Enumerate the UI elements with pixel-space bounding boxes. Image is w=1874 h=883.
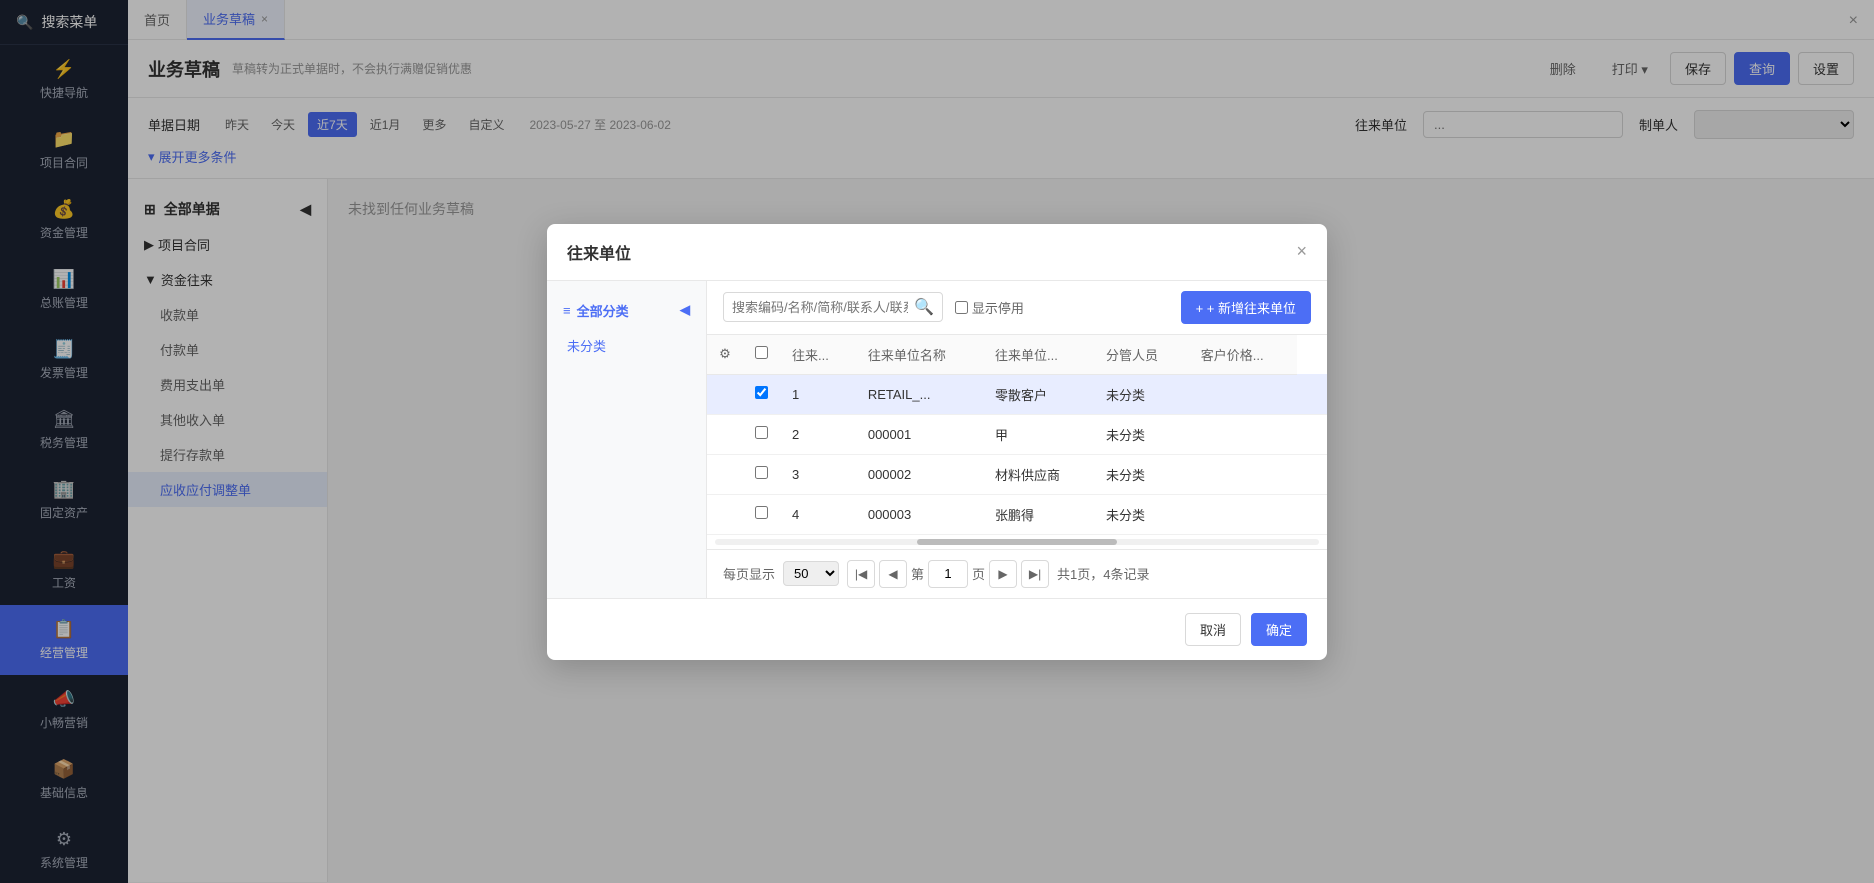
page-navigation: |◀ ◀ 第 页 ▶ ▶| xyxy=(847,560,1049,588)
row-num-1: 2 xyxy=(780,414,856,454)
row-category-2: 未分类 xyxy=(1094,454,1189,494)
all-categories-header[interactable]: ≡ 全部分类 ◀ xyxy=(547,293,706,328)
dialog-close-button[interactable]: × xyxy=(1296,241,1307,262)
page-label: 第 xyxy=(911,564,924,583)
row-price-2 xyxy=(1297,454,1327,494)
row-checkbox-0[interactable] xyxy=(755,386,768,399)
row-category-0: 未分类 xyxy=(1094,374,1189,414)
dialog-table-area: 🔍 显示停用 + + 新增往来单位 xyxy=(707,281,1327,598)
row-settings-2 xyxy=(707,454,743,494)
row-check-3[interactable] xyxy=(743,494,780,534)
row-settings-0 xyxy=(707,374,743,414)
row-settings-3 xyxy=(707,494,743,534)
table-scrollbar-thumb[interactable] xyxy=(917,539,1117,545)
next-page-button[interactable]: ▶ xyxy=(989,560,1017,588)
dialog-footer: 取消 确定 xyxy=(547,598,1327,660)
settings-icon-th: ⚙ xyxy=(719,346,731,361)
cat-item-uncategorized[interactable]: 未分类 xyxy=(547,328,706,363)
per-page-select[interactable]: 50 20 100 xyxy=(783,561,839,586)
row-name-1: 甲 xyxy=(983,414,1094,454)
th-manager[interactable]: 分管人员 xyxy=(1094,335,1189,375)
dialog-categories-panel: ≡ 全部分类 ◀ 未分类 xyxy=(547,281,707,598)
show-disabled-check[interactable] xyxy=(955,301,968,314)
row-manager-3 xyxy=(1189,494,1297,534)
row-check-0[interactable] xyxy=(743,374,780,414)
current-page-input[interactable] xyxy=(928,560,968,588)
confirm-button[interactable]: 确定 xyxy=(1251,613,1307,646)
row-checkbox-2[interactable] xyxy=(755,466,768,479)
partner-search-input[interactable] xyxy=(732,300,908,315)
show-disabled-checkbox[interactable]: 显示停用 xyxy=(955,298,1024,317)
row-code-1: 000001 xyxy=(856,414,983,454)
dialog-header: 往来单位 × xyxy=(547,224,1327,281)
dialog-pagination: 每页显示 50 20 100 |◀ ◀ 第 页 ▶ ▶| xyxy=(707,549,1327,598)
row-manager-0 xyxy=(1189,374,1297,414)
th-check[interactable] xyxy=(743,335,780,375)
row-num-2: 3 xyxy=(780,454,856,494)
row-price-0 xyxy=(1297,374,1327,414)
row-checkbox-1[interactable] xyxy=(755,426,768,439)
row-code-2: 000002 xyxy=(856,454,983,494)
dialog-toolbar: 🔍 显示停用 + + 新增往来单位 xyxy=(707,281,1327,335)
select-all-checkbox[interactable] xyxy=(755,346,768,359)
row-code-3: 000003 xyxy=(856,494,983,534)
row-name-0: 零散客户 xyxy=(983,374,1094,414)
partner-table: ⚙ 往来... 往来单位名称 往来单位... 分管人员 客户价格... xyxy=(707,335,1327,535)
row-name-2: 材料供应商 xyxy=(983,454,1094,494)
dialog-title: 往来单位 xyxy=(567,240,631,264)
partner-dialog: 往来单位 × ≡ 全部分类 ◀ 未分类 🔍 xyxy=(547,224,1327,660)
first-page-button[interactable]: |◀ xyxy=(847,560,875,588)
prev-page-button[interactable]: ◀ xyxy=(879,560,907,588)
th-price[interactable]: 客户价格... xyxy=(1189,335,1297,375)
table-row[interactable]: 1 RETAIL_... 零散客户 未分类 xyxy=(707,374,1327,414)
row-num-3: 4 xyxy=(780,494,856,534)
table-header-row: ⚙ 往来... 往来单位名称 往来单位... 分管人员 客户价格... xyxy=(707,335,1327,375)
cancel-button[interactable]: 取消 xyxy=(1185,613,1241,646)
row-price-3 xyxy=(1297,494,1327,534)
last-page-button[interactable]: ▶| xyxy=(1021,560,1049,588)
row-check-2[interactable] xyxy=(743,454,780,494)
total-label: 共1页，4条记录 xyxy=(1057,564,1149,583)
dialog-body: ≡ 全部分类 ◀ 未分类 🔍 显示停用 xyxy=(547,281,1327,598)
row-name-3: 张鹏得 xyxy=(983,494,1094,534)
grid-icon-dialog: ≡ xyxy=(563,303,571,318)
row-checkbox-3[interactable] xyxy=(755,506,768,519)
dialog-collapse-icon[interactable]: ◀ xyxy=(680,302,690,318)
add-partner-button[interactable]: + + 新增往来单位 xyxy=(1181,291,1311,324)
per-page-label: 每页显示 xyxy=(723,564,775,583)
row-code-0: RETAIL_... xyxy=(856,374,983,414)
table-row[interactable]: 4 000003 张鹏得 未分类 xyxy=(707,494,1327,534)
search-icon-dialog: 🔍 xyxy=(914,297,934,317)
table-scrollbar-track[interactable] xyxy=(715,539,1319,545)
th-category[interactable]: 往来单位... xyxy=(983,335,1094,375)
row-category-1: 未分类 xyxy=(1094,414,1189,454)
plus-icon: + xyxy=(1196,301,1204,316)
th-code[interactable]: 往来... xyxy=(780,335,856,375)
row-num-0: 1 xyxy=(780,374,856,414)
partner-search-box[interactable]: 🔍 xyxy=(723,292,943,322)
row-category-3: 未分类 xyxy=(1094,494,1189,534)
row-manager-1 xyxy=(1189,414,1297,454)
row-check-1[interactable] xyxy=(743,414,780,454)
modal-overlay[interactable]: 往来单位 × ≡ 全部分类 ◀ 未分类 🔍 xyxy=(0,0,1874,883)
row-manager-2 xyxy=(1189,454,1297,494)
table-row[interactable]: 3 000002 材料供应商 未分类 xyxy=(707,454,1327,494)
page-suffix: 页 xyxy=(972,564,985,583)
table-row[interactable]: 2 000001 甲 未分类 xyxy=(707,414,1327,454)
th-settings[interactable]: ⚙ xyxy=(707,335,743,375)
row-price-1 xyxy=(1297,414,1327,454)
th-name[interactable]: 往来单位名称 xyxy=(856,335,983,375)
row-settings-1 xyxy=(707,414,743,454)
